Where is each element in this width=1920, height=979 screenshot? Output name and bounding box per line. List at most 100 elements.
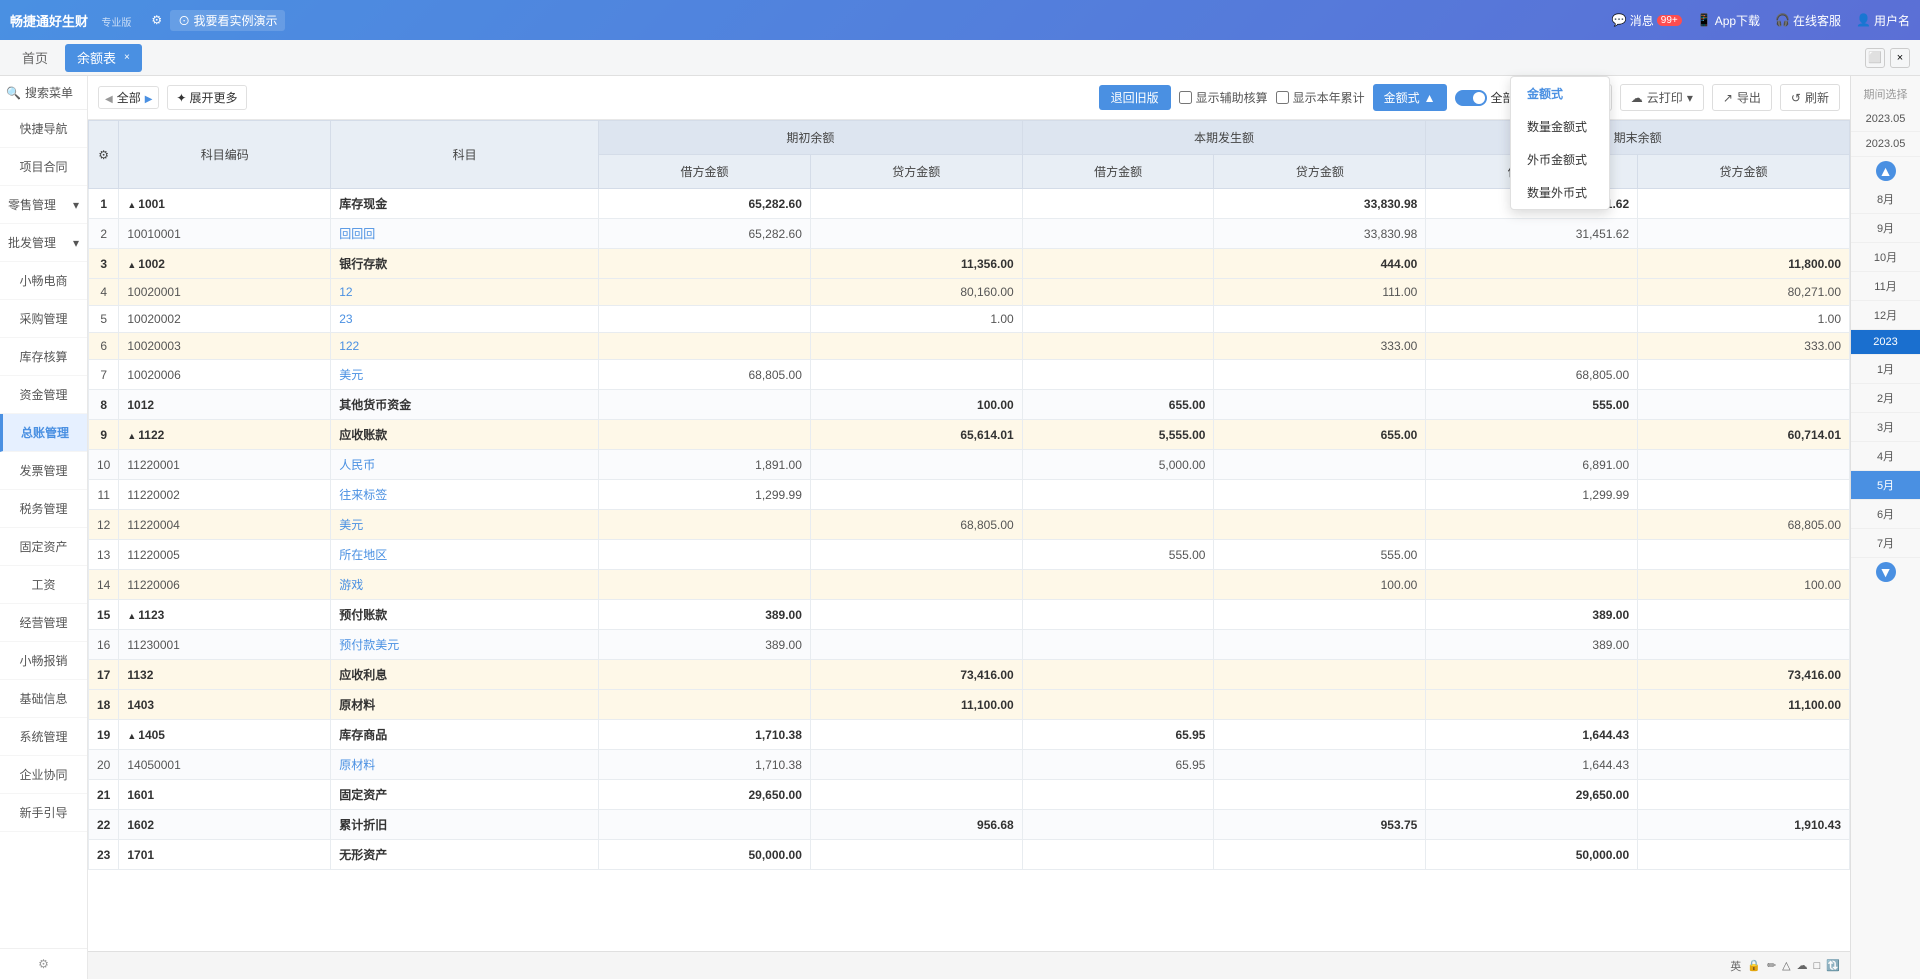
right-panel-8[interactable]: 8月 (1851, 185, 1920, 214)
export-button[interactable]: ↗ 导出 (1712, 84, 1772, 111)
tab-close-button[interactable]: × (1890, 48, 1910, 68)
cloud-status-icon[interactable]: ☁ (1797, 959, 1808, 972)
row-no: 15 (89, 600, 119, 630)
row-subject[interactable]: 预付款美元 (331, 630, 599, 660)
right-panel-9[interactable]: 9月 (1851, 214, 1920, 243)
show-aux-checkbox[interactable]: 显示辅助核算 (1179, 89, 1268, 106)
sidebar-item-ledger[interactable]: 总账管理 (0, 414, 87, 452)
th-settings[interactable]: ⚙ (89, 121, 119, 189)
message-label: 消息 (1630, 12, 1654, 29)
window-icon[interactable]: □ (1814, 960, 1821, 972)
toggle-switch[interactable] (1455, 90, 1487, 106)
app-download-button[interactable]: 📱 App下载 (1697, 12, 1760, 29)
dropdown-item-amount[interactable]: 金额式 (1511, 77, 1609, 110)
row-subject[interactable]: 美元 (331, 510, 599, 540)
sidebar-item-operations[interactable]: 经营管理 (0, 604, 87, 642)
sidebar-item-wholesale[interactable]: 批发管理 ▾ (0, 224, 87, 262)
sidebar-item-retail[interactable]: 零售管理 ▾ (0, 186, 87, 224)
sidebar-item-tax[interactable]: 税务管理 (0, 490, 87, 528)
right-panel-7[interactable]: 7月 (1851, 529, 1920, 558)
scroll-down-button[interactable]: ▼ (1876, 562, 1896, 582)
dropdown-item-qty-foreign[interactable]: 数量外币式 (1511, 176, 1609, 209)
lang-switch[interactable]: 英 (1730, 958, 1741, 974)
show-aux-input[interactable] (1179, 91, 1192, 104)
right-panel-3[interactable]: 3月 (1851, 413, 1920, 442)
right-panel-year2[interactable]: 2023.05 (1851, 132, 1920, 157)
row-subject[interactable]: 原材料 (331, 750, 599, 780)
tab-home[interactable]: 首页 (10, 44, 60, 72)
row-op-debit (599, 306, 811, 333)
sidebar-item-guide[interactable]: 新手引导 (0, 794, 87, 832)
dropdown-item-foreign-amount[interactable]: 外币金额式 (1511, 143, 1609, 176)
sync-icon[interactable]: 🔃 (1826, 959, 1840, 972)
sidebar-item-purchase[interactable]: 采购管理 (0, 300, 87, 338)
row-op-debit (599, 660, 811, 690)
row-subject[interactable]: 12 (331, 279, 599, 306)
settings-icon[interactable]: ⚙ (151, 13, 162, 27)
expand-more-button[interactable]: ✦ 展开更多 (167, 85, 246, 110)
sidebar-item-system[interactable]: 系统管理 (0, 718, 87, 756)
row-subject: 库存现金 (331, 189, 599, 219)
sidebar-item-project[interactable]: 项目合同 (0, 148, 87, 186)
right-panel-1[interactable]: 1月 (1851, 355, 1920, 384)
sidebar-item-capital[interactable]: 资金管理 (0, 376, 87, 414)
online-service-button[interactable]: 🎧 在线客服 (1775, 12, 1841, 29)
edit-icon[interactable]: ✏ (1767, 959, 1776, 972)
row-no: 5 (89, 306, 119, 333)
right-panel-12[interactable]: 12月 (1851, 301, 1920, 330)
lock-icon[interactable]: 🔒 (1747, 959, 1761, 972)
message-button[interactable]: 💬 消息 99+ (1612, 12, 1682, 29)
sidebar-item-quicknav[interactable]: 快捷导航 (0, 110, 87, 148)
nav-all-group[interactable]: 全部 (98, 86, 159, 109)
tab-balance[interactable]: 余额表 × (65, 44, 142, 72)
right-panel-2023[interactable]: 2023 (1851, 330, 1920, 355)
show-ytd-input[interactable] (1276, 91, 1289, 104)
right-panel-10[interactable]: 10月 (1851, 243, 1920, 272)
right-panel-year1[interactable]: 2023.05 (1851, 107, 1920, 132)
right-panel-6[interactable]: 6月 (1851, 500, 1920, 529)
sidebar-item-cooperation[interactable]: 企业协同 (0, 756, 87, 794)
sidebar-item-ecommerce[interactable]: 小畅电商 (0, 262, 87, 300)
row-subject[interactable]: 所在地区 (331, 540, 599, 570)
row-cl-credit (1638, 390, 1850, 420)
right-panel-4[interactable]: 4月 (1851, 442, 1920, 471)
row-cur-debit (1022, 600, 1214, 630)
sidebar-item-assets[interactable]: 固定资产 (0, 528, 87, 566)
dropdown-item-qty-amount[interactable]: 数量金额式 (1511, 110, 1609, 143)
sidebar-item-invoice[interactable]: 发票管理 (0, 452, 87, 490)
scroll-up-button[interactable]: ▲ (1876, 161, 1896, 181)
refresh-button[interactable]: ↺ 刷新 (1780, 84, 1840, 111)
app-download-label: App下载 (1715, 12, 1760, 29)
row-no: 18 (89, 690, 119, 720)
sidebar-settings-button[interactable]: ⚙ (0, 948, 87, 979)
return-old-button[interactable]: 退回旧版 (1099, 85, 1171, 110)
show-ytd-checkbox[interactable]: 显示本年累计 (1276, 89, 1365, 106)
tab-close-icon[interactable]: × (124, 52, 130, 63)
sidebar-item-label: 采购管理 (6, 310, 81, 327)
alert-icon[interactable]: △ (1782, 959, 1790, 972)
right-panel-11[interactable]: 11月 (1851, 272, 1920, 301)
right-panel-2[interactable]: 2月 (1851, 384, 1920, 413)
row-subject[interactable]: 23 (331, 306, 599, 333)
user-info[interactable]: 👤 用户名 (1856, 12, 1910, 29)
row-subject[interactable]: 回回回 (331, 219, 599, 249)
row-subject[interactable]: 122 (331, 333, 599, 360)
right-panel-5[interactable]: 5月 (1851, 471, 1920, 500)
row-subject[interactable]: 人民币 (331, 450, 599, 480)
cloud-print-button[interactable]: ☁ 云打印 ▾ (1620, 84, 1704, 111)
search-menu[interactable]: 🔍 搜索菜单 (0, 76, 87, 110)
sidebar-item-salary[interactable]: 工资 (0, 566, 87, 604)
row-op-debit: 29,650.00 (599, 780, 811, 810)
row-subject[interactable]: 往来标签 (331, 480, 599, 510)
row-subject[interactable]: 游戏 (331, 570, 599, 600)
row-op-credit: 68,805.00 (810, 510, 1022, 540)
row-subject[interactable]: 美元 (331, 360, 599, 390)
demo-button[interactable]: ⊙ 我要看实例演示 (170, 10, 285, 31)
tab-restore-button[interactable]: ⬜ (1865, 48, 1885, 68)
sidebar-item-report[interactable]: 小畅报销 (0, 642, 87, 680)
row-no: 6 (89, 333, 119, 360)
format-button[interactable]: 金额式 ▲ (1373, 84, 1447, 111)
row-no: 19 (89, 720, 119, 750)
sidebar-item-basic[interactable]: 基础信息 (0, 680, 87, 718)
sidebar-item-inventory[interactable]: 库存核算 (0, 338, 87, 376)
